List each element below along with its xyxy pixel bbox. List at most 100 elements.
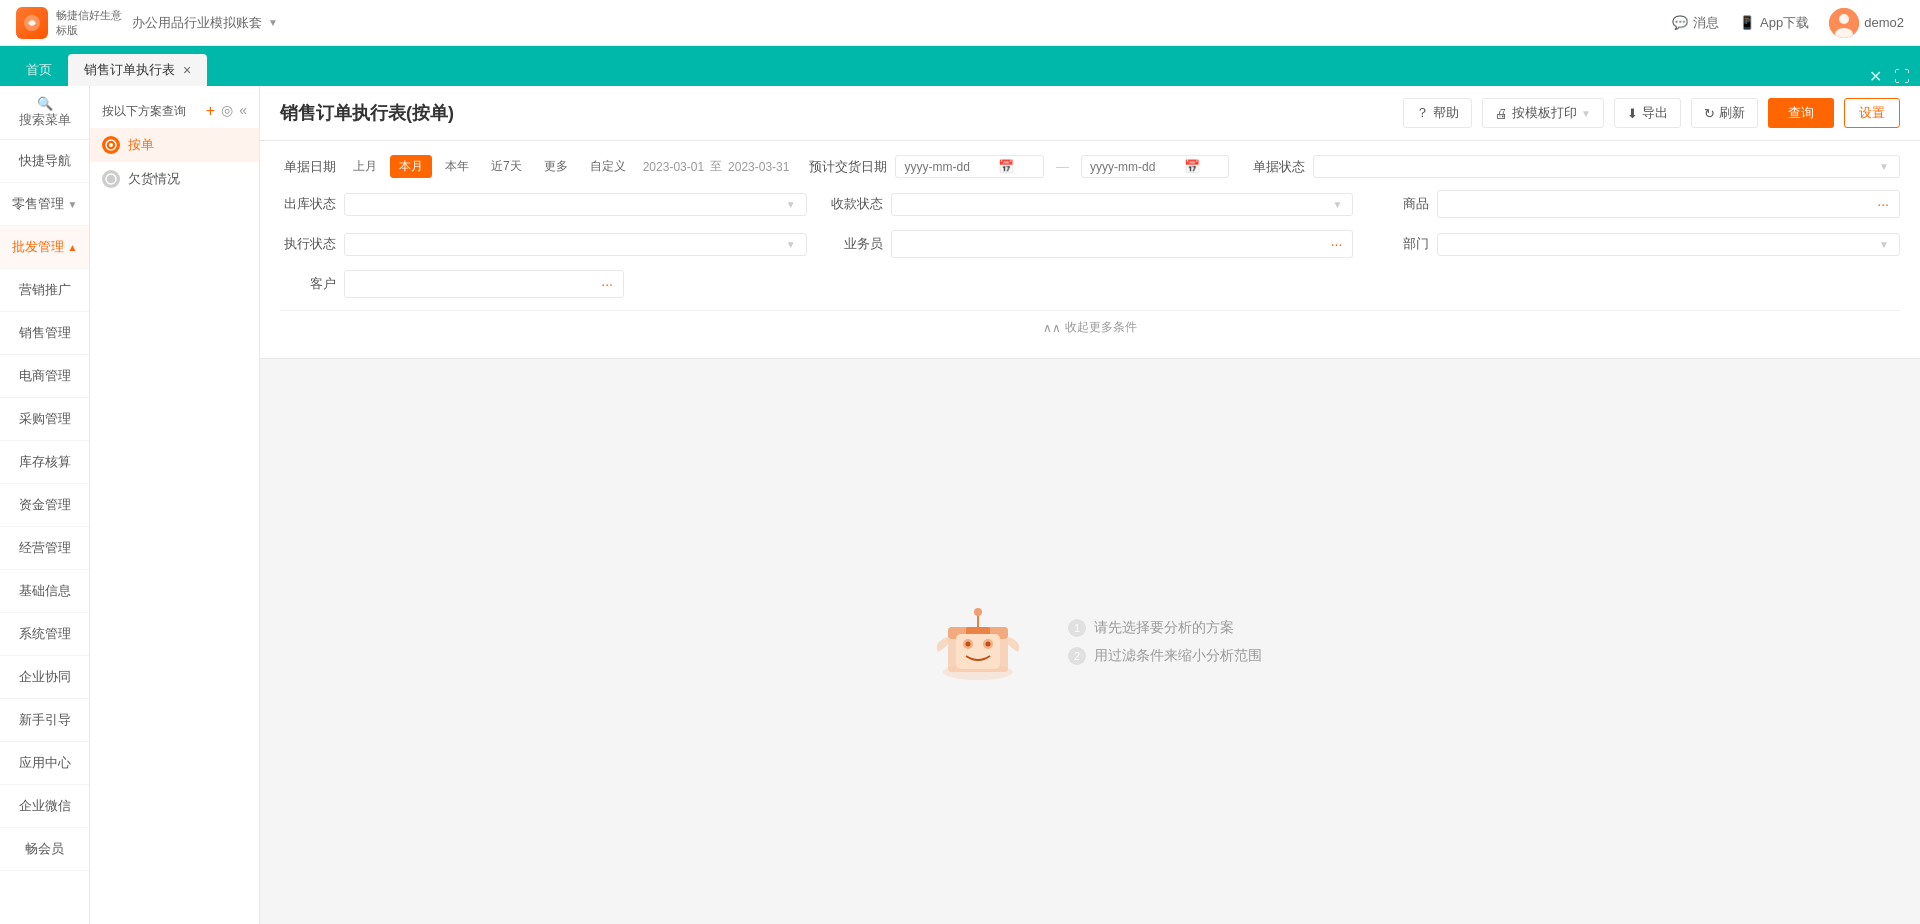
goods-more-icon[interactable]: ··· <box>1877 196 1889 212</box>
close-window-icon[interactable]: ✕ <box>1869 67 1882 86</box>
empty-text: 1 请先选择要分析的方案 2 用过滤条件来缩小分析范围 <box>1068 619 1262 665</box>
plan-item-欠货情况[interactable]: 欠货情况 <box>90 162 259 196</box>
hint-2-bullet: 2 <box>1068 647 1086 665</box>
expected-date-to[interactable]: 📅 <box>1081 155 1230 178</box>
out-stock-select[interactable]: ▼ <box>344 193 807 216</box>
maximize-window-icon[interactable]: ⛶ <box>1894 68 1910 86</box>
filter-dept: 部门 ▼ <box>1373 233 1900 256</box>
doc-status-chevron-icon: ▼ <box>1879 161 1889 172</box>
recv-status-select[interactable]: ▼ <box>891 193 1354 216</box>
plan-item-按单[interactable]: 按单 <box>90 128 259 162</box>
doc-status-select[interactable]: ▼ <box>1313 155 1900 178</box>
sidebar-item-sales[interactable]: 销售管理 <box>0 312 89 355</box>
hint-1-bullet: 1 <box>1068 619 1086 637</box>
tab-close-icon[interactable]: × <box>183 62 191 78</box>
user-profile[interactable]: demo2 <box>1829 8 1904 38</box>
sidebar-item-basic[interactable]: 基础信息 <box>0 570 89 613</box>
filter-row-3: 执行状态 ▼ 业务员 ··· 部门 <box>280 230 1900 258</box>
breadcrumb-arrow-icon[interactable]: ▼ <box>268 17 278 28</box>
svg-point-2 <box>1839 14 1849 24</box>
sidebar: 🔍 搜索菜单 快捷导航 零售管理 ▼ 批发管理 ▲ 营销推广 销售管理 电商管理… <box>0 86 90 924</box>
sales-person-more-icon[interactable]: ··· <box>1331 236 1343 252</box>
date-tab-more[interactable]: 更多 <box>535 155 577 178</box>
date-tab-custom[interactable]: 自定义 <box>581 155 635 178</box>
left-panel-header: 按以下方案查询 + ◎ « <box>90 96 259 128</box>
empty-hint-1: 1 请先选择要分析的方案 <box>1068 619 1262 637</box>
date-tab-7days[interactable]: 近7天 <box>482 155 531 178</box>
refresh-button[interactable]: ↻ 刷新 <box>1691 98 1758 128</box>
exec-status-select[interactable]: ▼ <box>344 233 807 256</box>
date-tab-last-month[interactable]: 上月 <box>344 155 386 178</box>
sidebar-item-newbie[interactable]: 新手引导 <box>0 699 89 742</box>
export-button[interactable]: ⬇ 导出 <box>1614 98 1681 128</box>
expected-date-from[interactable]: 📅 <box>895 155 1044 178</box>
sidebar-item-corp-wechat[interactable]: 企业微信 <box>0 785 89 828</box>
add-plan-icon[interactable]: + <box>206 102 215 120</box>
app-download-button[interactable]: 📱 App下载 <box>1739 14 1809 32</box>
empty-hint-2: 2 用过滤条件来缩小分析范围 <box>1068 647 1262 665</box>
message-button[interactable]: 💬 消息 <box>1672 14 1719 32</box>
filter-date: 单据日期 上月 本月 本年 近7天 更多 自定义 2023-03-01 至 <box>280 155 789 178</box>
sidebar-item-finance[interactable]: 资金管理 <box>0 484 89 527</box>
print-template-button[interactable]: 🖨 按模板打印 ▼ <box>1482 98 1604 128</box>
collapse-button[interactable]: ∧∧ 收起更多条件 <box>1043 319 1137 336</box>
svg-point-14 <box>966 641 971 646</box>
query-button[interactable]: 查询 <box>1768 98 1834 128</box>
setting-button[interactable]: 设置 <box>1844 98 1900 128</box>
window-controls: ✕ ⛶ <box>1869 67 1910 86</box>
date-tab-this-month[interactable]: 本月 <box>390 155 432 178</box>
tab-home[interactable]: 首页 <box>10 54 68 86</box>
date-tab-this-year[interactable]: 本年 <box>436 155 478 178</box>
print-icon: 🖨 <box>1495 106 1508 121</box>
sidebar-item-retail[interactable]: 零售管理 ▼ <box>0 183 89 226</box>
chevron-up-icon: ▲ <box>68 242 78 253</box>
filter-row-2: 出库状态 ▼ 收款状态 ▼ 商品 <box>280 190 1900 218</box>
fold-panel-icon[interactable]: « <box>239 102 247 120</box>
filter-sales-person: 业务员 ··· <box>827 230 1354 258</box>
sidebar-item-quick-nav[interactable]: 快捷导航 <box>0 140 89 183</box>
refresh-plan-icon[interactable]: ◎ <box>221 102 233 120</box>
filter-exec-status: 执行状态 ▼ <box>280 233 807 256</box>
sidebar-search[interactable]: 🔍 搜索菜单 <box>0 86 89 140</box>
sidebar-item-purchase[interactable]: 采购管理 <box>0 398 89 441</box>
recv-status-chevron-icon: ▼ <box>1332 199 1342 210</box>
sidebar-item-enterprise[interactable]: 企业协同 <box>0 656 89 699</box>
breadcrumb[interactable]: 办公用品行业模拟账套 ▼ <box>132 14 278 32</box>
plan-icon-按单 <box>102 136 120 154</box>
expected-date-to-input[interactable] <box>1090 160 1180 174</box>
sidebar-item-inventory[interactable]: 库存核算 <box>0 441 89 484</box>
logo-icon <box>16 7 48 39</box>
date-tabs: 上月 本月 本年 近7天 更多 自定义 <box>344 155 635 178</box>
goods-select[interactable]: ··· <box>1437 190 1900 218</box>
dept-select[interactable]: ▼ <box>1437 233 1900 256</box>
expected-date-from-input[interactable] <box>904 160 994 174</box>
empty-state: 1 请先选择要分析的方案 2 用过滤条件来缩小分析范围 <box>260 359 1920 924</box>
sales-person-select[interactable]: ··· <box>891 230 1354 258</box>
tab-sales-exec[interactable]: 销售订单执行表 × <box>68 54 207 86</box>
left-panel-actions: + ◎ « <box>206 102 247 120</box>
collapse-icon: ∧∧ <box>1043 321 1061 335</box>
top-header: 畅捷信好生意 标版 办公用品行业模拟账套 ▼ 💬 消息 📱 App下载 <box>0 0 1920 46</box>
help-button[interactable]: ？ 帮助 <box>1403 98 1472 128</box>
sidebar-item-app-center[interactable]: 应用中心 <box>0 742 89 785</box>
sidebar-item-member[interactable]: 畅会员 <box>0 828 89 871</box>
calendar-to-icon[interactable]: 📅 <box>1184 159 1200 174</box>
filter-goods: 商品 ··· <box>1373 190 1900 218</box>
sidebar-item-ecommerce[interactable]: 电商管理 <box>0 355 89 398</box>
filter-recv-status: 收款状态 ▼ <box>827 193 1354 216</box>
date-range: 2023-03-01 至 2023-03-31 <box>643 158 790 175</box>
sidebar-item-system[interactable]: 系统管理 <box>0 613 89 656</box>
sidebar-item-wholesale[interactable]: 批发管理 ▲ <box>0 226 89 269</box>
sidebar-item-operations[interactable]: 经营管理 <box>0 527 89 570</box>
customer-select[interactable]: ··· <box>344 270 624 298</box>
sidebar-item-marketing[interactable]: 营销推广 <box>0 269 89 312</box>
help-icon: ？ <box>1416 104 1429 122</box>
out-stock-chevron-icon: ▼ <box>786 199 796 210</box>
calendar-from-icon[interactable]: 📅 <box>998 159 1014 174</box>
logo-area[interactable]: 畅捷信好生意 标版 <box>16 7 122 39</box>
logo-text: 畅捷信好生意 标版 <box>56 8 122 37</box>
customer-more-icon[interactable]: ··· <box>601 276 613 292</box>
search-icon: 🔍 <box>37 96 53 111</box>
content-area: 销售订单执行表(按单) ？ 帮助 🖨 按模板打印 ▼ ⬇ 导出 ↻ 刷新 <box>260 86 1920 924</box>
breadcrumb-text: 办公用品行业模拟账套 <box>132 14 262 32</box>
